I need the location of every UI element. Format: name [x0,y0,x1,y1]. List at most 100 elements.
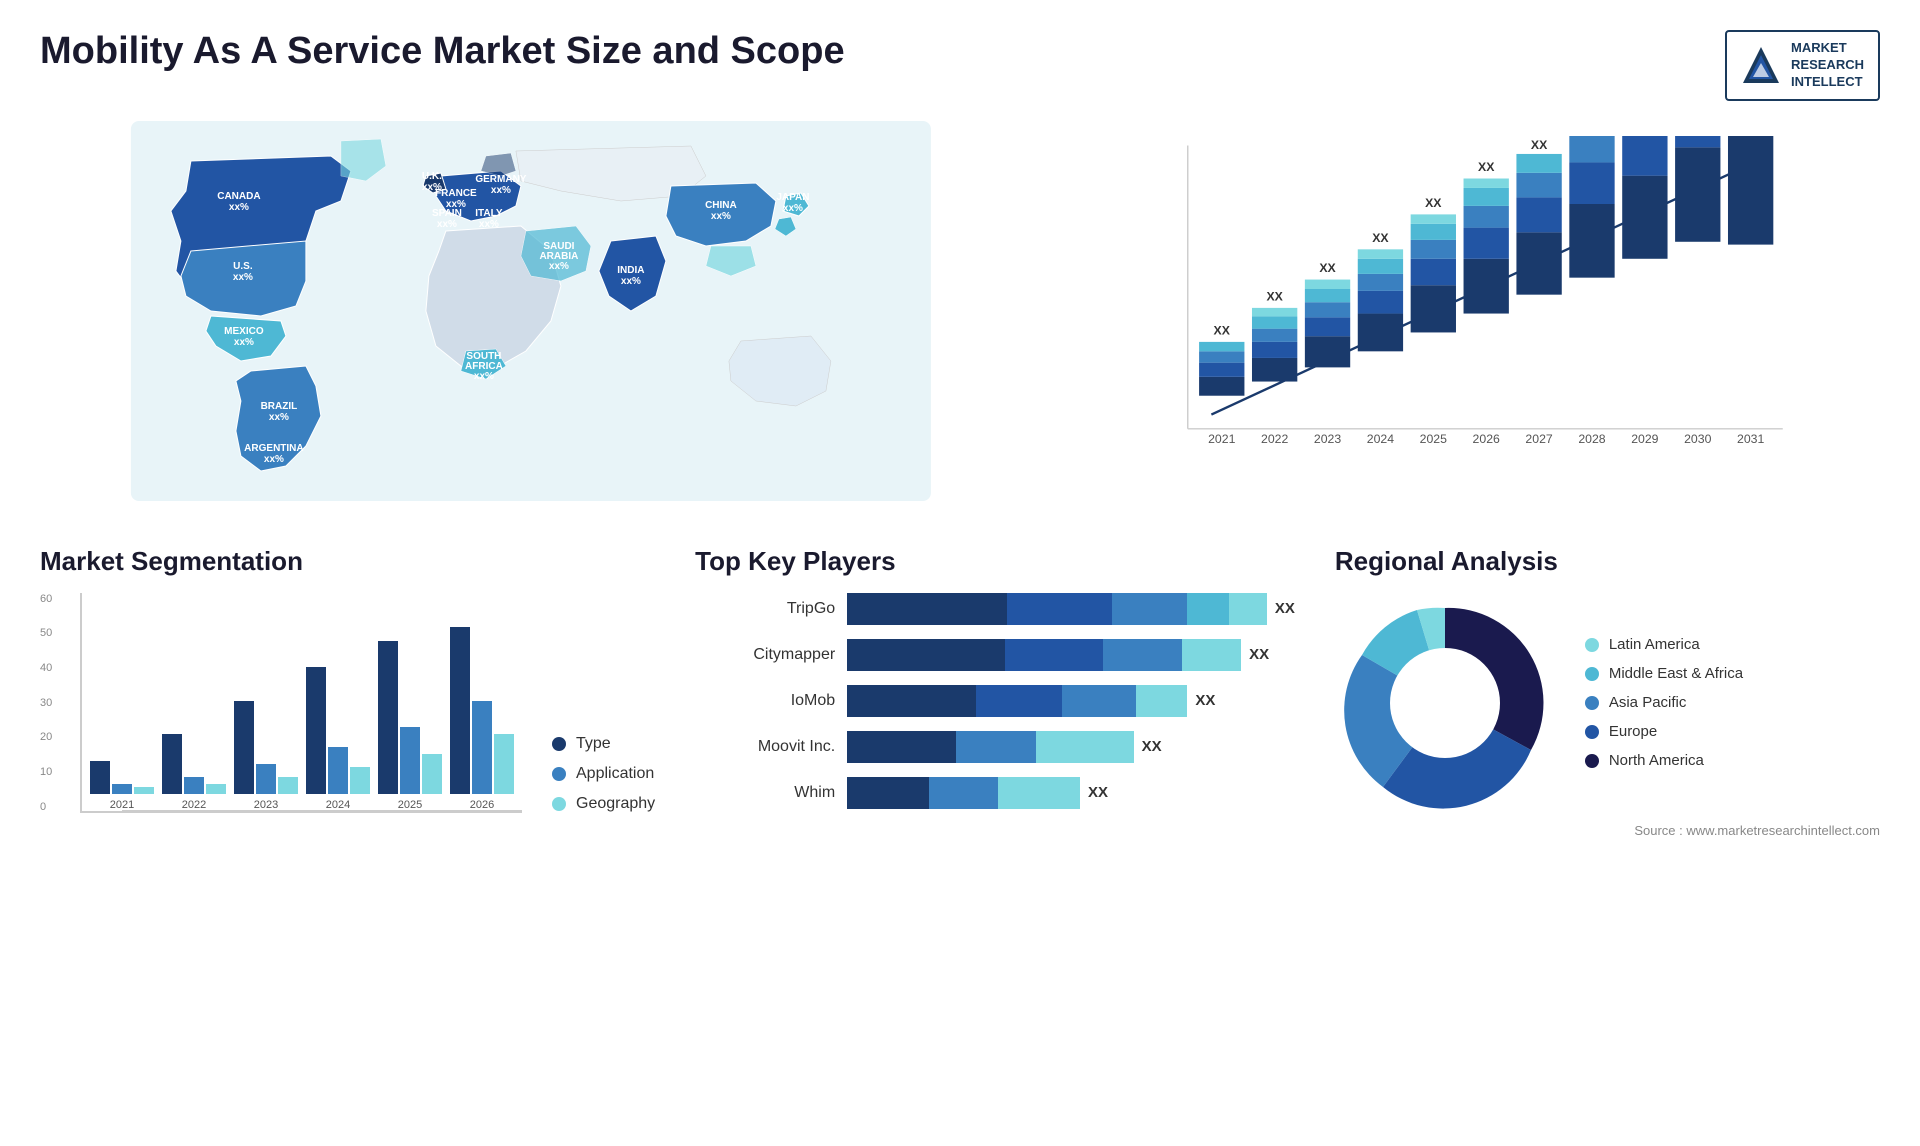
top-section: CANADA xx% U.S. xx% MEXICO xx% BRAZIL xx… [40,121,1880,506]
small-bar-chart: 2021 2022 [80,593,522,813]
svg-text:XX: XX [1478,160,1495,174]
seg-type-2026 [450,627,470,794]
player-row-moovit: Moovit Inc. XX [695,731,1295,763]
legend-application: Application [552,765,655,783]
player-name-moovit: Moovit Inc. [695,738,835,756]
svg-text:xx%: xx% [491,185,511,196]
seg-app-2023 [256,764,276,794]
main-bar-chart-container: XX 2021 XX 2022 XX 2023 [1062,121,1880,506]
regional-analysis-section: Regional Analysis Latin Ame [1335,546,1880,838]
svg-text:xx%: xx% [233,272,253,283]
player-name-whim: Whim [695,784,835,802]
svg-text:2027: 2027 [1525,432,1552,446]
svg-text:2025: 2025 [1419,432,1446,446]
svg-text:xx%: xx% [437,219,457,230]
player-val-tripgo: XX [1275,600,1295,617]
label-middle-east-africa: Middle East & Africa [1609,665,1743,682]
svg-text:2023: 2023 [1314,432,1341,446]
svg-text:2022: 2022 [1261,432,1288,446]
svg-text:FRANCE: FRANCE [435,188,477,199]
player-row-whim: Whim XX [695,777,1295,809]
seg-geo-2021 [134,787,154,794]
svg-text:2026: 2026 [1472,432,1499,446]
legend-dot-application [552,767,566,781]
svg-text:ARGENTINA: ARGENTINA [244,443,303,454]
player-row-tripgo: TripGo XX [695,593,1295,625]
players-title: Top Key Players [695,546,1295,577]
legend-label-type: Type [576,735,611,753]
player-val-whim: XX [1088,784,1108,801]
legend-dot-geography [552,797,566,811]
svg-text:U.S.: U.S. [233,261,253,272]
regional-title: Regional Analysis [1335,546,1880,577]
legend-label-application: Application [576,765,654,783]
source-text: Source : www.marketresearchintellect.com [1335,823,1880,838]
seg-type-2024 [306,667,326,794]
player-bar-whim: XX [847,777,1295,809]
svg-text:BRAZIL: BRAZIL [261,401,298,412]
seg-type-2023 [234,701,254,794]
donut-chart-svg [1335,593,1555,813]
player-row-citymapper: Citymapper XX [695,639,1295,671]
players-list: TripGo XX Citymapper [695,593,1295,809]
player-name-tripgo: TripGo [695,600,835,618]
svg-text:CHINA: CHINA [705,200,737,211]
player-bar-tripgo: XX [847,593,1295,625]
svg-text:2021: 2021 [1208,432,1235,446]
seg-geo-2025 [422,754,442,794]
player-val-iomob: XX [1195,692,1215,709]
svg-text:xx%: xx% [621,276,641,287]
seg-type-2025 [378,641,398,794]
svg-text:ITALY: ITALY [475,208,503,219]
seg-app-2026 [472,701,492,794]
regional-legend: Latin America Middle East & Africa Asia … [1585,636,1743,769]
svg-text:xx%: xx% [549,261,569,272]
svg-text:SPAIN: SPAIN [432,208,462,219]
svg-text:xx%: xx% [474,371,494,382]
svg-text:xx%: xx% [269,412,289,423]
logo-text: MARKET RESEARCH INTELLECT [1791,40,1864,91]
svg-text:xx%: xx% [711,211,731,222]
svg-text:xx%: xx% [234,337,254,348]
player-bar-iomob: XX [847,685,1295,717]
y-label-20: 20 [40,731,52,743]
legend-asia-pacific: Asia Pacific [1585,694,1743,711]
player-bar-moovit: XX [847,731,1295,763]
y-label-10: 10 [40,766,52,778]
svg-text:U.K.: U.K. [422,171,442,182]
svg-text:INDIA: INDIA [617,265,644,276]
y-label-50: 50 [40,627,52,639]
world-map-svg: CANADA xx% U.S. xx% MEXICO xx% BRAZIL xx… [40,121,1022,501]
page-header: Mobility As A Service Market Size and Sc… [40,30,1880,101]
dot-latin-america [1585,638,1599,652]
main-bar-chart-svg: XX 2021 XX 2022 XX 2023 [1062,136,1880,476]
legend-latin-america: Latin America [1585,636,1743,653]
svg-text:XX: XX [1319,261,1336,275]
y-label-40: 40 [40,662,52,674]
player-row-iomob: IoMob XX [695,685,1295,717]
svg-text:GERMANY: GERMANY [475,174,526,185]
player-val-moovit: XX [1142,738,1162,755]
dot-middle-east-africa [1585,667,1599,681]
bottom-section: Market Segmentation 0 10 20 30 40 50 60 [40,546,1880,838]
legend-geography: Geography [552,795,655,813]
label-latin-america: Latin America [1609,636,1700,653]
seg-geo-2024 [350,767,370,794]
svg-text:CANADA: CANADA [217,191,260,202]
segment-legend: Type Application Geography [552,735,655,813]
dot-asia-pacific [1585,696,1599,710]
market-segmentation-section: Market Segmentation 0 10 20 30 40 50 60 [40,546,655,838]
svg-text:XX: XX [1425,196,1442,210]
seg-type-2022 [162,734,182,794]
seg-app-2022 [184,777,204,794]
logo-icon [1741,45,1781,85]
legend-type: Type [552,735,655,753]
svg-text:xx%: xx% [264,454,284,465]
label-europe: Europe [1609,723,1657,740]
svg-text:MEXICO: MEXICO [224,326,264,337]
seg-geo-2022 [206,784,226,794]
segmentation-title: Market Segmentation [40,546,655,577]
legend-label-geography: Geography [576,795,655,813]
svg-text:2031: 2031 [1737,432,1764,446]
svg-text:XX: XX [1372,230,1389,244]
